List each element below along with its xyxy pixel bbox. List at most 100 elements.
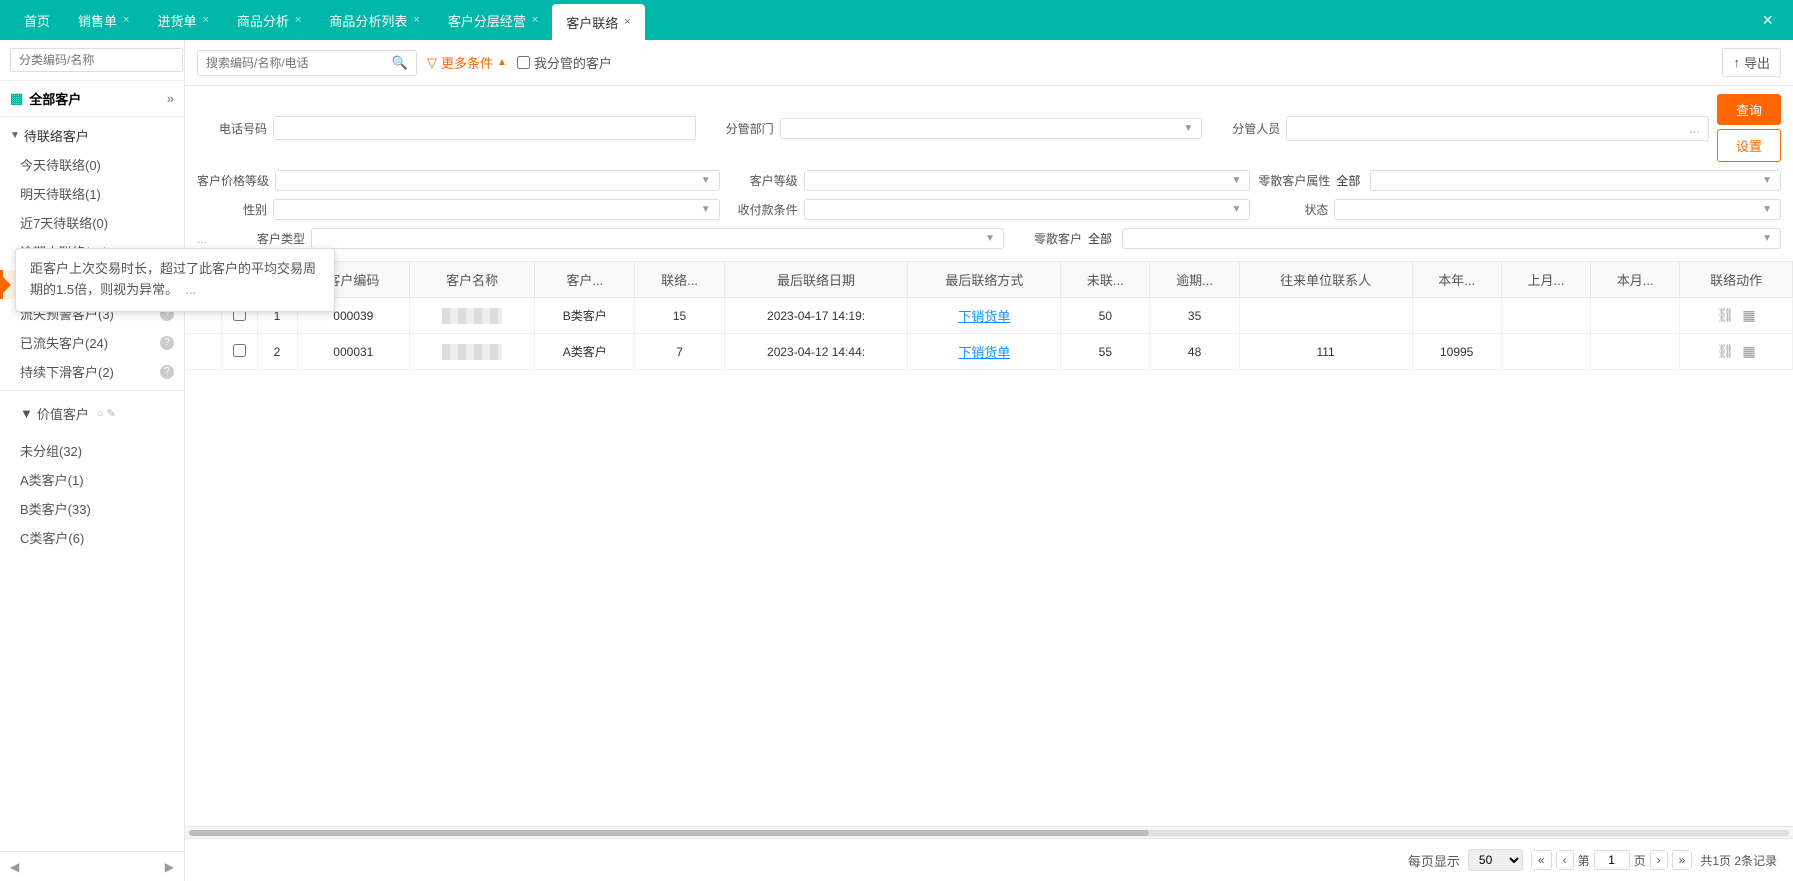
nav-sales[interactable]: 销售单 ×	[64, 0, 143, 40]
manager-dots[interactable]: ...	[1689, 121, 1700, 136]
gender-field: 性别 ▼	[197, 199, 720, 220]
row2-method-link[interactable]: 下销货单	[958, 345, 1010, 360]
advanced-filter: 电话号码 分管部门 ▼ 分管人员 ... 查询 设置	[185, 86, 1793, 262]
payment-arrow: ▼	[1231, 204, 1241, 215]
sidebar-item-a-class[interactable]: A类客户(1)	[0, 465, 184, 494]
row2-checkbox[interactable]	[233, 344, 246, 357]
level-select[interactable]: ▼	[804, 170, 1251, 191]
status-label: 状态	[1258, 201, 1328, 218]
first-page-btn[interactable]: «	[1531, 850, 1552, 870]
col-last-month: 上月...	[1501, 262, 1590, 298]
my-customer-checkbox[interactable]	[517, 56, 530, 69]
last-page-btn[interactable]: »	[1672, 850, 1693, 870]
manager-select[interactable]: ...	[1286, 116, 1709, 141]
sidebar-item-ungrouped[interactable]: 未分组(32)	[0, 436, 184, 465]
sidebar-item-tomorrow[interactable]: 明天待联络(1)	[0, 179, 184, 208]
per-page-select[interactable]: 50 20 100	[1468, 849, 1523, 871]
prev-page-btn[interactable]: ‹	[1556, 850, 1574, 870]
sidebar-item-c-class[interactable]: C类客户(6)	[0, 523, 184, 552]
row2-last-date: 2023-04-12 14:44:	[724, 334, 908, 370]
price-level-select[interactable]: ▼	[275, 170, 720, 191]
row2-link-icon[interactable]: ⛓	[1717, 343, 1735, 360]
scroll-thumb[interactable]	[189, 830, 1149, 836]
close-customer-tier-tab[interactable]: ×	[532, 14, 538, 26]
nav-analysis[interactable]: 商品分析 ×	[223, 0, 315, 40]
nav-customer-contact[interactable]: 客户联络 ×	[552, 4, 644, 40]
nav-purchase[interactable]: 进货单 ×	[143, 0, 222, 40]
gender-label: 性别	[197, 201, 267, 218]
value-customer-edit[interactable]: ○ ✎	[97, 407, 116, 420]
retail-attr-select[interactable]: ▼	[1370, 170, 1781, 191]
filter-row-3: 性别 ▼ 收付款条件 ▼ 状态 ▼	[197, 199, 1781, 220]
retail-customer-label: 零散客户	[1012, 230, 1082, 247]
nav-home[interactable]: 首页	[10, 0, 64, 40]
continuous-down-info-icon[interactable]: ?	[160, 365, 174, 379]
scroll-track[interactable]	[189, 830, 1789, 836]
gender-select[interactable]: ▼	[273, 199, 720, 220]
sidebar-item-7days[interactable]: 近7天待联络(0)	[0, 208, 184, 237]
next-page-btn[interactable]: ›	[1650, 850, 1668, 870]
close-all-tabs[interactable]: ×	[1752, 10, 1783, 31]
value-customer-header[interactable]: ▼ 价值客户 ○ ✎	[10, 399, 174, 428]
row2-num: 2	[257, 334, 297, 370]
export-button[interactable]: ↑ 导出	[1722, 48, 1781, 77]
page-nav: « ‹ 第 页 › »	[1531, 850, 1692, 870]
pending-contact-group[interactable]: ▼ 待联络客户	[0, 121, 184, 150]
sidebar-item-b-class[interactable]: B类客户(33)	[0, 494, 184, 523]
sidebar-prev-arrow[interactable]: ◀	[10, 860, 19, 874]
already-lost-info-icon[interactable]: ?	[160, 336, 174, 350]
level-field: 客户等级 ▼	[728, 170, 1251, 191]
row2-year: 10995	[1412, 334, 1501, 370]
phone-input[interactable]	[273, 116, 696, 140]
nav-analysis-list[interactable]: 商品分析列表 ×	[315, 0, 433, 40]
col-last-method: 最后联络方式	[908, 262, 1061, 298]
sidebar-item-continuous-down[interactable]: 持续下滑客户(2) ?	[0, 357, 184, 386]
page-input[interactable]	[1594, 850, 1630, 870]
row2-last-method[interactable]: 下销货单	[908, 334, 1061, 370]
row1-method-link[interactable]: 下销货单	[958, 309, 1010, 324]
horizontal-scrollbar[interactable]	[185, 826, 1793, 838]
close-purchase-tab[interactable]: ×	[202, 14, 208, 26]
more-conditions-btn[interactable]: ▽ 更多条件 ▲	[427, 53, 507, 72]
sidebar-item-today[interactable]: 今天待联络(0)	[0, 150, 184, 179]
sidebar-collapse-icon[interactable]: »	[167, 91, 174, 106]
close-customer-contact-tab[interactable]: ×	[624, 16, 630, 28]
price-level-arrow: ▼	[701, 175, 711, 186]
close-analysis-list-tab[interactable]: ×	[413, 14, 419, 26]
page-label: 页	[1634, 852, 1646, 869]
action-buttons: 查询 设置	[1717, 94, 1781, 162]
table-area: ⚙ # 客户编码 客户名称 客户... 联络... 最后联络日期 最后联络方式 …	[185, 262, 1793, 826]
row2-check[interactable]	[221, 334, 257, 370]
customer-type-arrow: ▼	[985, 233, 995, 244]
close-sales-tab[interactable]: ×	[123, 14, 129, 26]
status-select[interactable]: ▼	[1334, 199, 1781, 220]
payment-select[interactable]: ▼	[804, 199, 1251, 220]
row1-grid-icon[interactable]: ▦	[1742, 307, 1755, 324]
retail-customer-select[interactable]: ▼	[1122, 228, 1781, 249]
dept-select[interactable]: ▼	[780, 118, 1203, 139]
row1-last-method[interactable]: 下销货单	[908, 298, 1061, 334]
phone-field: 电话号码	[197, 116, 696, 140]
nav-customer-tier[interactable]: 客户分层经营 ×	[434, 0, 552, 40]
row1-last-month	[1501, 298, 1590, 334]
dept-arrow: ▼	[1183, 123, 1193, 134]
search-icon[interactable]: 🔍	[392, 55, 408, 71]
row2-masked-name	[442, 344, 502, 360]
row2-grid-icon[interactable]: ▦	[1742, 343, 1755, 360]
search-input[interactable]	[206, 56, 392, 70]
settings-button[interactable]: 设置	[1717, 129, 1781, 162]
query-button[interactable]: 查询	[1717, 94, 1781, 125]
sidebar-item-already-lost[interactable]: 已流失客户(24) ?	[0, 328, 184, 357]
retail-attr-field: 零散客户属性 全部 ▼	[1258, 170, 1781, 191]
close-analysis-tab[interactable]: ×	[295, 14, 301, 26]
value-customer-arrow: ▼	[20, 406, 33, 421]
col-name: 客户名称	[410, 262, 535, 298]
row1-last-date: 2023-04-17 14:19:	[724, 298, 908, 334]
more-dots[interactable]: ...	[197, 232, 207, 246]
payment-field: 收付款条件 ▼	[728, 199, 1251, 220]
customer-type-select[interactable]: ▼	[311, 228, 1004, 249]
sidebar-search-input[interactable]	[10, 48, 183, 72]
row1-link-icon[interactable]: ⛓	[1717, 307, 1735, 324]
sidebar-next-arrow[interactable]: ▶	[165, 860, 174, 874]
level-arrow: ▼	[1231, 175, 1241, 186]
